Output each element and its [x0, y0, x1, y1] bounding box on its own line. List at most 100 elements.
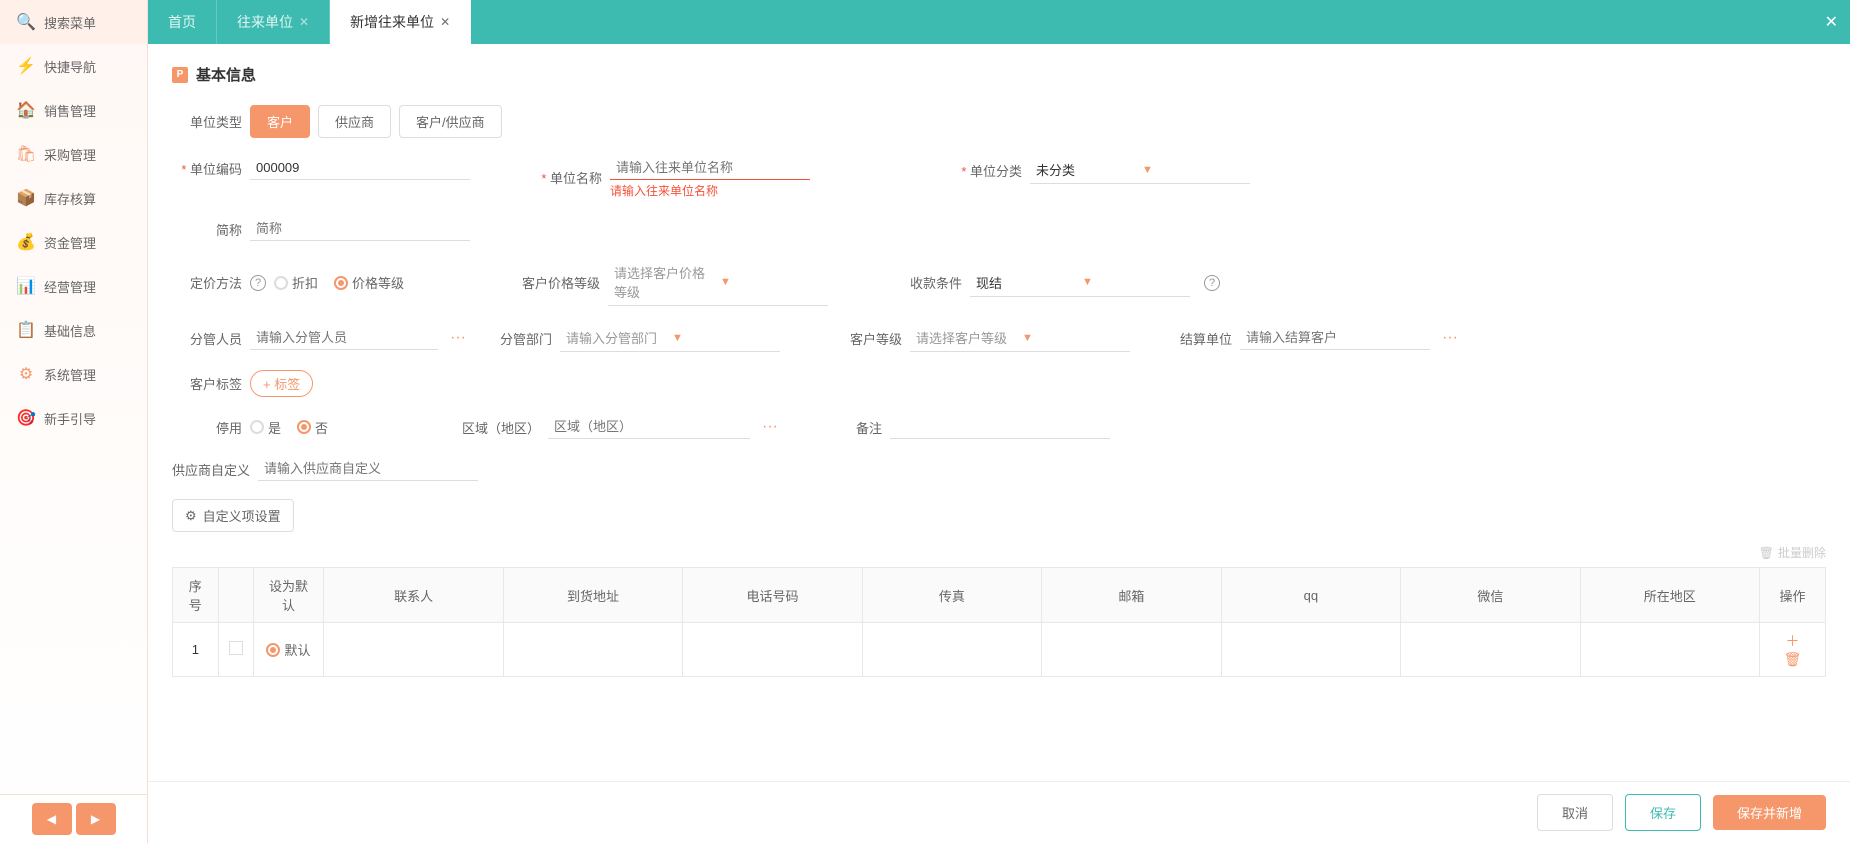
unit-category-field: 单位分类 未分类 ▼	[952, 156, 1292, 184]
unit-category-select[interactable]: 未分类 ▼	[1030, 156, 1250, 184]
tab-home[interactable]: 首页	[148, 0, 217, 44]
col-seq: 序号	[173, 568, 219, 623]
note-field: 备注	[812, 415, 1212, 439]
sidebar-item-search[interactable]: 🔍 搜索菜单	[0, 0, 147, 44]
row-checkbox[interactable]	[229, 641, 243, 655]
row-phone-input[interactable]	[693, 642, 851, 657]
row-region-input[interactable]	[1591, 642, 1749, 657]
row-qq-input[interactable]	[1232, 642, 1391, 657]
sidebar-item-label: 销售管理	[44, 101, 96, 120]
abbr-row: 简称	[172, 217, 1826, 241]
sidebar-item-quick-nav[interactable]: ⚡ 快捷导航	[0, 44, 147, 88]
department-field: 分管部门 请输入分管部门 ▼	[482, 324, 802, 352]
department-placeholder: 请输入分管部门	[566, 328, 668, 347]
disabled-radio-yes[interactable]: 是	[250, 418, 281, 437]
tab-partner[interactable]: 往来单位 ✕	[217, 0, 330, 44]
row-email[interactable]	[1042, 623, 1221, 677]
tab-new-partner-label: 新增往来单位	[350, 12, 434, 32]
sidebar-item-system[interactable]: ⚙ 系统管理	[0, 352, 147, 396]
row-fax-input[interactable]	[873, 642, 1031, 657]
settlement-unit-input[interactable]	[1240, 326, 1430, 350]
sidebar-item-label: 搜索菜单	[44, 13, 96, 32]
row-seq: 1	[173, 623, 219, 677]
row-add-btn[interactable]: ＋	[1783, 631, 1803, 651]
table-header-row: 序号 设为默认 联系人 到货地址 电话号码 传真 邮箱 qq 微信 所在地区 操…	[173, 568, 1826, 623]
unit-type-row: 单位类型 客户 供应商 客户/供应商	[172, 105, 1826, 138]
settlement-unit-more-btn[interactable]: ···	[1438, 329, 1462, 347]
sidebar-item-finance[interactable]: 💰 资金管理	[0, 220, 147, 264]
save-and-new-button[interactable]: 保存并新增	[1713, 795, 1826, 830]
save-button[interactable]: 保存	[1625, 794, 1701, 831]
row-fax[interactable]	[862, 623, 1041, 677]
unit-name-label: 单位名称	[532, 168, 602, 187]
payment-terms-label: 收款条件	[892, 273, 962, 292]
type-btn-supplier[interactable]: 供应商	[318, 105, 391, 138]
pricing-radio-discount[interactable]: 折扣	[274, 273, 318, 292]
row-address[interactable]	[503, 623, 682, 677]
abbr-label: 简称	[172, 220, 242, 239]
sidebar-item-operations[interactable]: 📊 经营管理	[0, 264, 147, 308]
base-info-icon: 📋	[16, 320, 36, 340]
sidebar-item-base-info[interactable]: 📋 基础信息	[0, 308, 147, 352]
supplier-custom-input[interactable]	[258, 457, 478, 481]
disabled-radio-no[interactable]: 否	[297, 418, 328, 437]
unit-type-label: 单位类型	[172, 112, 242, 131]
sidebar-item-label: 采购管理	[44, 145, 96, 164]
row-region[interactable]	[1580, 623, 1759, 677]
type-btn-customer[interactable]: 客户	[250, 105, 310, 138]
tab-new-partner[interactable]: 新增往来单位 ✕	[330, 0, 471, 44]
pricing-radio-discount-circle	[274, 276, 288, 290]
row-checkbox-cell[interactable]	[218, 623, 253, 677]
supplier-custom-label: 供应商自定义	[172, 460, 250, 479]
manager-label: 分管人员	[172, 329, 242, 348]
sidebar-item-inventory[interactable]: 📦 库存核算	[0, 176, 147, 220]
row-default: 默认	[253, 623, 324, 677]
row-contact-input[interactable]	[334, 642, 492, 657]
department-select[interactable]: 请输入分管部门 ▼	[560, 324, 780, 352]
region-more-btn[interactable]: ···	[758, 418, 782, 436]
sidebar-item-label: 新手引导	[44, 409, 96, 428]
pricing-method-field: 定价方法 ? 折扣 价格等级	[172, 273, 492, 292]
sidebar-collapse-btn[interactable]: ▶	[76, 803, 116, 835]
unit-code-input[interactable]	[250, 156, 470, 180]
note-input[interactable]	[890, 415, 1110, 439]
payment-terms-question-icon[interactable]: ?	[1204, 275, 1220, 291]
pricing-method-label: 定价方法	[172, 273, 242, 292]
tab-new-partner-close[interactable]: ✕	[440, 15, 450, 29]
pricing-radio-level[interactable]: 价格等级	[334, 273, 404, 292]
manager-input[interactable]	[250, 326, 438, 350]
add-tag-button[interactable]: + 标签	[250, 370, 313, 397]
row-delete-btn[interactable]: 🗑	[1781, 651, 1805, 668]
abbr-input[interactable]	[250, 217, 470, 241]
supplier-custom-row: 供应商自定义	[172, 457, 1826, 481]
beginner-icon: 🎯	[16, 408, 36, 428]
row-default-radio[interactable]: 默认	[264, 640, 314, 659]
unit-name-input[interactable]	[610, 156, 810, 180]
payment-terms-select[interactable]: 现结 ▼	[970, 269, 1190, 297]
row-qq[interactable]	[1221, 623, 1401, 677]
customer-level-select[interactable]: 请选择客户等级 ▼	[910, 324, 1130, 352]
row-actions: ＋ 🗑	[1760, 623, 1826, 677]
close-all-tabs-button[interactable]: ✕	[1825, 12, 1838, 32]
pricing-question-icon[interactable]: ?	[250, 275, 266, 291]
row-contact[interactable]	[324, 623, 503, 677]
row-wechat[interactable]	[1401, 623, 1580, 677]
customer-price-level-select[interactable]: 请选择客户价格等级 ▼	[608, 259, 828, 306]
row-wechat-input[interactable]	[1411, 642, 1569, 657]
row-address-input[interactable]	[514, 642, 672, 657]
custom-settings-button[interactable]: ⚙ 自定义项设置	[172, 499, 294, 532]
sidebar-item-beginner[interactable]: 🎯 新手引导	[0, 396, 147, 440]
cancel-button[interactable]: 取消	[1537, 794, 1613, 831]
region-input[interactable]	[548, 415, 750, 439]
table-row: 1 默认	[173, 623, 1826, 677]
row-phone[interactable]	[683, 623, 862, 677]
batch-delete-icon: 🗑	[1759, 546, 1774, 560]
sidebar-item-purchase[interactable]: 🛍 采购管理	[0, 132, 147, 176]
payment-terms-arrow: ▼	[1082, 276, 1184, 288]
type-btn-both[interactable]: 客户/供应商	[399, 105, 502, 138]
manager-more-btn[interactable]: ···	[446, 329, 470, 347]
row-email-input[interactable]	[1052, 642, 1210, 657]
sidebar-expand-btn[interactable]: ◀	[32, 803, 72, 835]
sidebar-item-sales[interactable]: 🏠 销售管理	[0, 88, 147, 132]
tab-partner-close[interactable]: ✕	[299, 15, 309, 29]
